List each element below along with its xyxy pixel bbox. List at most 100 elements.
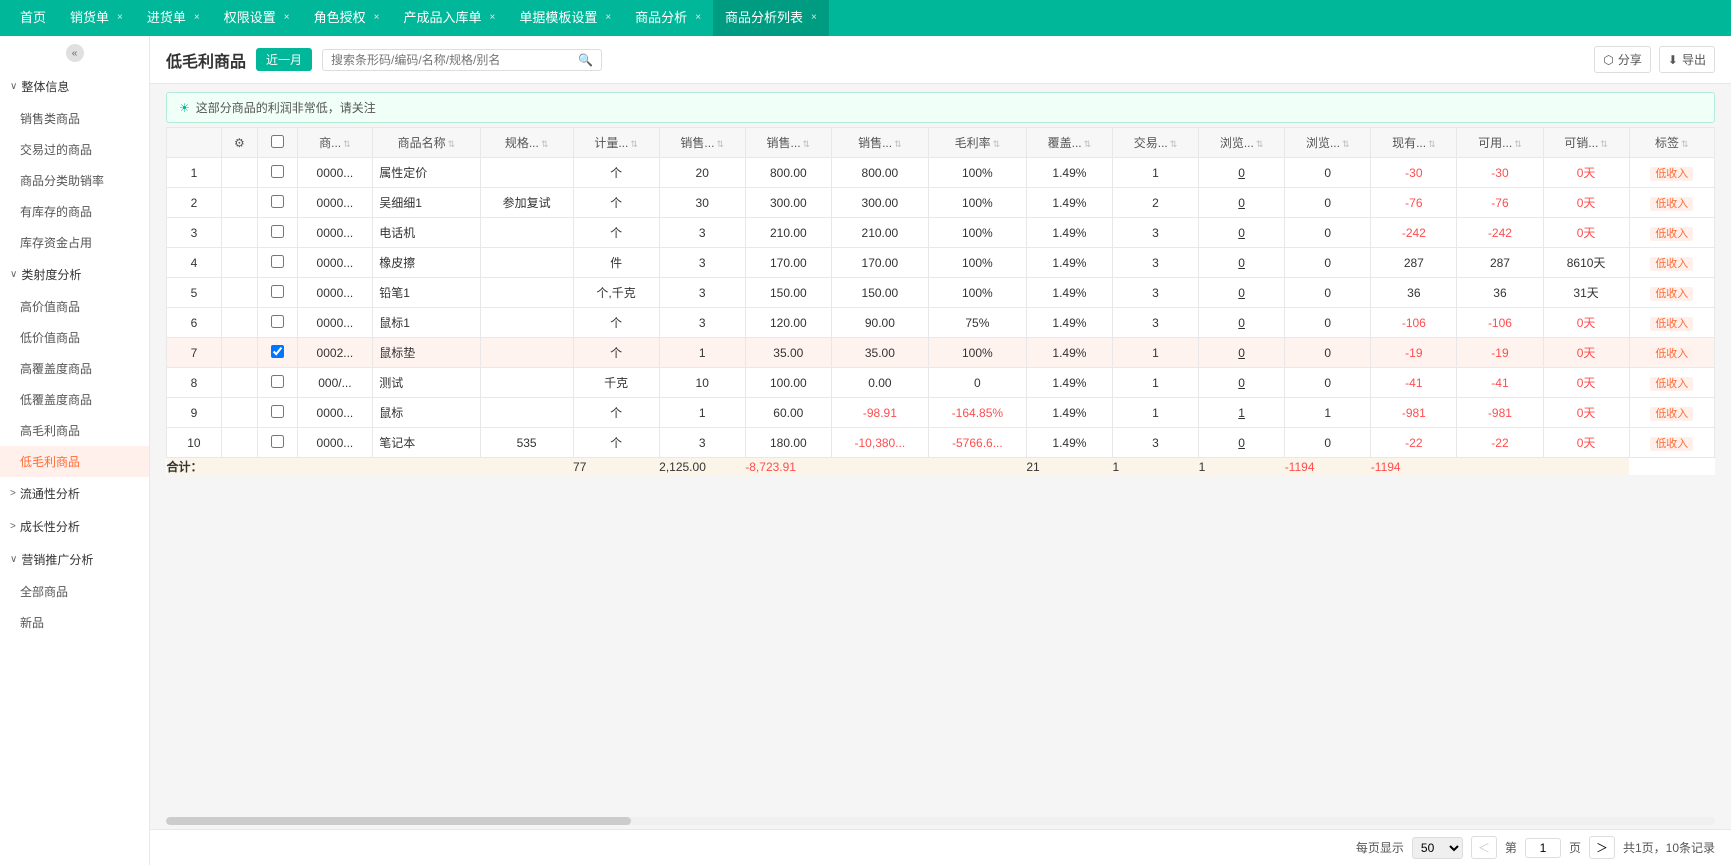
view1-link[interactable]: 0 (1238, 196, 1245, 210)
col-header-sellable_days[interactable]: 可销...⇅ (1543, 128, 1629, 158)
cell-checkbox[interactable] (258, 338, 298, 368)
sidebar-item-库存资金占用[interactable]: 库存资金占用 (0, 227, 149, 258)
close-icon[interactable]: × (117, 0, 123, 36)
cell-view1[interactable]: 0 (1199, 368, 1285, 398)
nav-item-首页[interactable]: 首页 (8, 0, 58, 36)
table-container[interactable]: ⚙商...⇅商品名称⇅规格...⇅计量...⇅销售...⇅销售...⇅销售...… (166, 127, 1715, 817)
row-checkbox[interactable] (271, 375, 284, 388)
col-header-sales_qty[interactable]: 销售...⇅ (659, 128, 745, 158)
nav-item-销货单[interactable]: 销货单× (58, 0, 135, 36)
col-header-trade_count[interactable]: 交易...⇅ (1112, 128, 1198, 158)
view1-link[interactable]: 0 (1238, 256, 1245, 270)
col-header-view2[interactable]: 浏览...⇅ (1285, 128, 1371, 158)
row-checkbox[interactable] (271, 405, 284, 418)
sidebar-item-销售类商品[interactable]: 销售类商品 (0, 103, 149, 134)
sidebar-item-高价值商品[interactable]: 高价值商品 (0, 291, 149, 322)
cell-checkbox[interactable] (258, 218, 298, 248)
cell-checkbox[interactable] (258, 248, 298, 278)
horizontal-scrollbar[interactable] (166, 817, 1715, 825)
share-button[interactable]: ⬡ 分享 (1594, 46, 1651, 73)
sidebar-item-低价值商品[interactable]: 低价值商品 (0, 322, 149, 353)
close-icon[interactable]: × (194, 0, 200, 36)
cell-view1[interactable]: 0 (1199, 338, 1285, 368)
col-header-unit[interactable]: 计量...⇅ (573, 128, 659, 158)
per-page-select[interactable]: 50 100 200 (1412, 837, 1463, 859)
close-icon[interactable]: × (374, 0, 380, 36)
sidebar-group-header-1[interactable]: ∨类射度分析 (0, 258, 149, 291)
cell-view1[interactable]: 0 (1199, 308, 1285, 338)
row-checkbox[interactable] (271, 195, 284, 208)
view1-link[interactable]: 1 (1238, 406, 1245, 420)
sidebar-group-header-0[interactable]: ∨整体信息 (0, 70, 149, 103)
row-checkbox[interactable] (271, 345, 284, 358)
search-icon[interactable]: 🔍 (578, 53, 593, 67)
cell-view1[interactable]: 0 (1199, 278, 1285, 308)
nav-item-商品分析列表[interactable]: 商品分析列表× (713, 0, 829, 36)
view1-link[interactable]: 0 (1238, 346, 1245, 360)
nav-item-商品分析[interactable]: 商品分析× (623, 0, 713, 36)
col-header-tag[interactable]: 标签⇅ (1629, 128, 1714, 158)
sidebar-collapse-button[interactable]: « (66, 44, 84, 62)
cell-view1[interactable]: 0 (1199, 428, 1285, 458)
close-icon[interactable]: × (284, 0, 290, 36)
view1-link[interactable]: 0 (1238, 436, 1245, 450)
row-checkbox[interactable] (271, 255, 284, 268)
sidebar-item-高覆盖度商品[interactable]: 高覆盖度商品 (0, 353, 149, 384)
close-icon[interactable]: × (605, 0, 611, 36)
row-checkbox[interactable] (271, 315, 284, 328)
sidebar-item-交易过的商品[interactable]: 交易过的商品 (0, 134, 149, 165)
time-filter-button[interactable]: 近一月 (256, 48, 312, 71)
sidebar-group-header-3[interactable]: >成长性分析 (0, 510, 149, 543)
export-button[interactable]: ⬇ 导出 (1659, 46, 1715, 73)
sidebar-item-高毛利商品[interactable]: 高毛利商品 (0, 415, 149, 446)
sidebar-item-低毛利商品[interactable]: 低毛利商品 (0, 446, 149, 477)
cell-view1[interactable]: 0 (1199, 248, 1285, 278)
col-header-settings[interactable]: ⚙ (221, 128, 257, 158)
sidebar-item-全部商品[interactable]: 全部商品 (0, 576, 149, 607)
col-header-gross_margin[interactable]: 毛利率⇅ (928, 128, 1026, 158)
view1-link[interactable]: 0 (1238, 376, 1245, 390)
sidebar-item-低覆盖度商品[interactable]: 低覆盖度商品 (0, 384, 149, 415)
col-header-sales_profit[interactable]: 销售...⇅ (831, 128, 928, 158)
cell-checkbox[interactable] (258, 368, 298, 398)
col-header-coverage[interactable]: 覆盖...⇅ (1026, 128, 1112, 158)
row-checkbox[interactable] (271, 285, 284, 298)
view1-link[interactable]: 0 (1238, 166, 1245, 180)
close-icon[interactable]: × (489, 0, 495, 36)
nav-item-产成品入库单[interactable]: 产成品入库单× (391, 0, 507, 36)
cell-checkbox[interactable] (258, 278, 298, 308)
col-header-sales_amount[interactable]: 销售...⇅ (745, 128, 831, 158)
cell-view1[interactable]: 0 (1199, 158, 1285, 188)
col-header-spec[interactable]: 规格...⇅ (480, 128, 573, 158)
nav-item-单据模板设置[interactable]: 单据模板设置× (507, 0, 623, 36)
search-input[interactable] (331, 53, 574, 67)
col-header-current_stock[interactable]: 现有...⇅ (1371, 128, 1457, 158)
col-header-code[interactable]: 商...⇅ (297, 128, 373, 158)
row-checkbox[interactable] (271, 225, 284, 238)
nav-item-权限设置[interactable]: 权限设置× (212, 0, 302, 36)
cell-checkbox[interactable] (258, 158, 298, 188)
sidebar-group-header-2[interactable]: >流通性分析 (0, 477, 149, 510)
close-icon[interactable]: × (695, 0, 701, 36)
sidebar-item-商品分类助销率[interactable]: 商品分类助销率 (0, 165, 149, 196)
next-page-button[interactable]: ＞ (1589, 836, 1615, 859)
page-number-input[interactable] (1525, 838, 1561, 858)
nav-item-进货单[interactable]: 进货单× (135, 0, 212, 36)
col-header-checkbox[interactable] (258, 128, 298, 158)
row-checkbox[interactable] (271, 435, 284, 448)
sidebar-item-有库存的商品[interactable]: 有库存的商品 (0, 196, 149, 227)
cell-checkbox[interactable] (258, 428, 298, 458)
view1-link[interactable]: 0 (1238, 226, 1245, 240)
cell-view1[interactable]: 0 (1199, 188, 1285, 218)
cell-view1[interactable]: 1 (1199, 398, 1285, 428)
col-header-available[interactable]: 可用...⇅ (1457, 128, 1543, 158)
cell-checkbox[interactable] (258, 398, 298, 428)
sidebar-item-新品[interactable]: 新品 (0, 607, 149, 638)
prev-page-button[interactable]: ＜ (1471, 836, 1497, 859)
nav-item-角色授权[interactable]: 角色授权× (302, 0, 392, 36)
cell-view1[interactable]: 0 (1199, 218, 1285, 248)
sidebar-group-header-4[interactable]: ∨营销推广分析 (0, 543, 149, 576)
view1-link[interactable]: 0 (1238, 286, 1245, 300)
row-checkbox[interactable] (271, 165, 284, 178)
cell-checkbox[interactable] (258, 188, 298, 218)
